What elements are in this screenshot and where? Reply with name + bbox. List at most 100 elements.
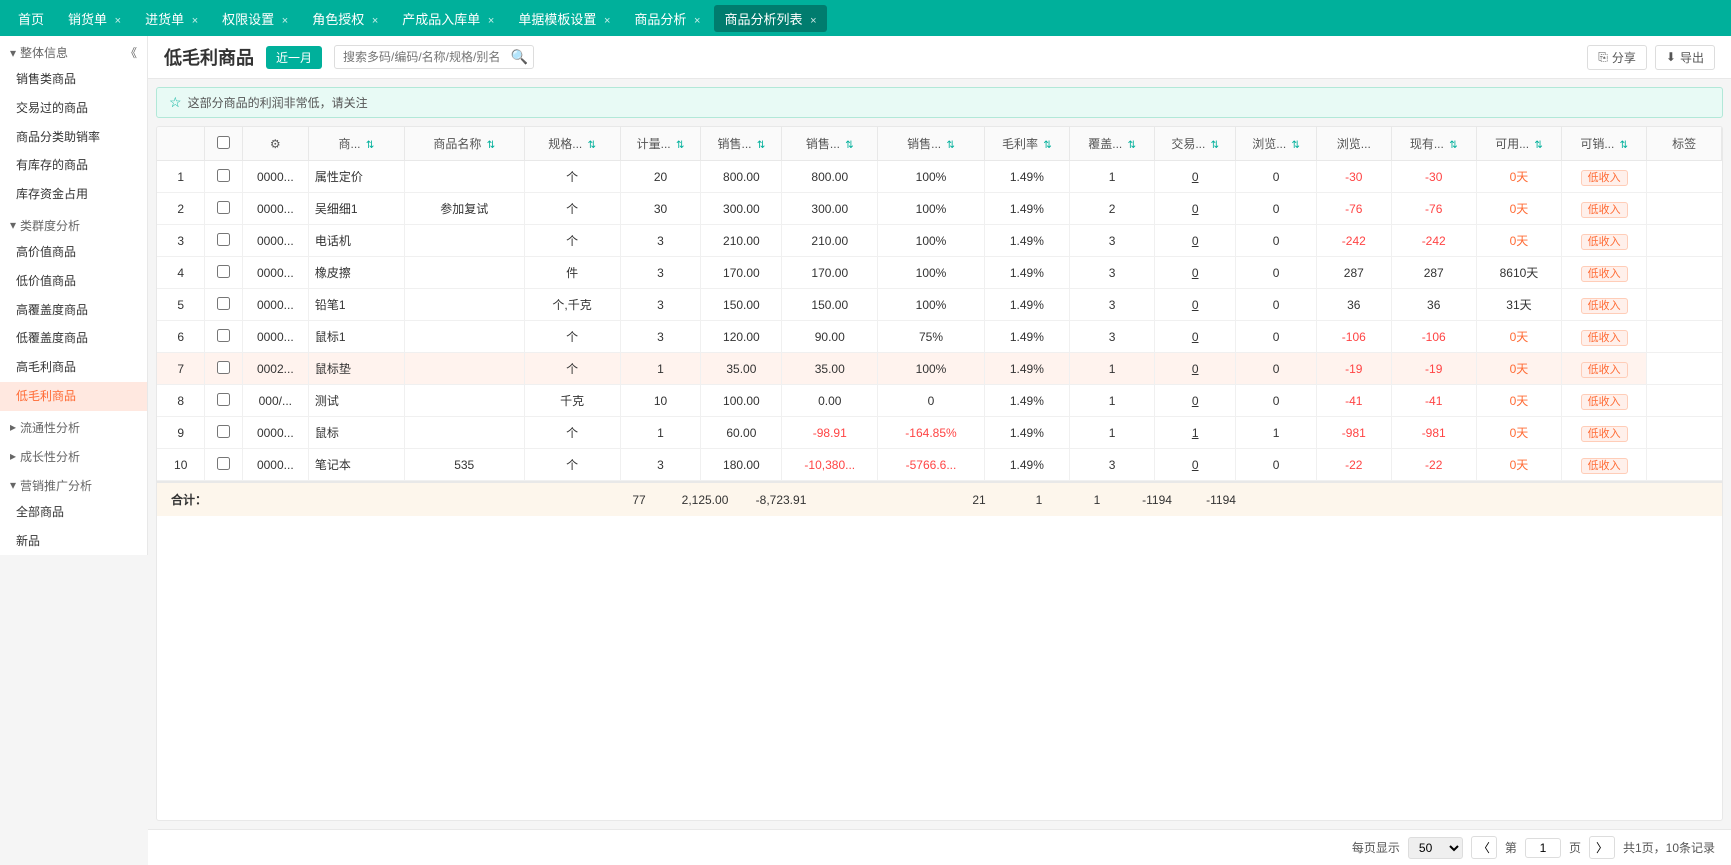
table-container[interactable]: ⚙ 商... ⇅ 商品名称 ⇅ 规格... ⇅ 计量... ⇅ 销售... ⇅ …	[156, 126, 1723, 821]
sidebar-section-growth[interactable]: ▸ 成长性分析	[0, 440, 147, 469]
cell-check[interactable]	[205, 257, 242, 289]
export-btn[interactable]: ⬇ 导出	[1655, 45, 1715, 70]
sidebar-item-low-value[interactable]: 低价值商品	[0, 267, 147, 296]
th-current[interactable]: 现有... ⇅	[1391, 127, 1476, 161]
cell-current: -106	[1317, 321, 1392, 353]
th-code[interactable]: 商... ⇅	[308, 127, 404, 161]
sidebar-item-new-goods[interactable]: 新品	[0, 527, 147, 556]
sidebar-item-traded-goods[interactable]: 交易过的商品	[0, 94, 147, 123]
th-sales-qty[interactable]: 销售... ⇅	[701, 127, 782, 161]
th-available[interactable]: 可用... ⇅	[1476, 127, 1561, 161]
sidebar-section-overall[interactable]: ▾ 整体信息 《	[0, 36, 147, 65]
footer-trans: 21	[949, 493, 1009, 507]
close-sales-icon[interactable]: ×	[115, 15, 121, 27]
row-checkbox[interactable]	[217, 425, 230, 438]
date-filter-btn[interactable]: 近一月	[266, 46, 322, 69]
nav-permission[interactable]: 权限设置 ×	[212, 5, 298, 32]
row-checkbox[interactable]	[217, 201, 230, 214]
nav-role[interactable]: 角色授权 ×	[302, 5, 388, 32]
sidebar-item-low-margin[interactable]: 低毛利商品	[0, 382, 147, 411]
page-size-select[interactable]: 50 100 200	[1408, 837, 1463, 859]
row-checkbox[interactable]	[217, 361, 230, 374]
sidebar-item-capital[interactable]: 库存资金占用	[0, 180, 147, 209]
search-btn[interactable]: 🔍	[511, 49, 528, 66]
cell-check[interactable]	[205, 449, 242, 481]
select-all-checkbox[interactable]	[217, 136, 230, 149]
search-input[interactable]	[334, 45, 534, 69]
sidebar-item-sales-goods[interactable]: 销售类商品	[0, 65, 147, 94]
close-purchase-icon[interactable]: ×	[192, 15, 198, 27]
th-browse2[interactable]: 浏览...	[1317, 127, 1392, 161]
cell-check[interactable]	[205, 353, 242, 385]
sidebar-item-stock-goods[interactable]: 有库存的商品	[0, 151, 147, 180]
sidebar-item-all-goods[interactable]: 全部商品	[0, 498, 147, 527]
row-checkbox[interactable]	[217, 169, 230, 182]
th-sales-amount[interactable]: 销售... ⇅	[878, 127, 985, 161]
cell-browse1[interactable]: 0	[1155, 385, 1236, 417]
nav-sales[interactable]: 销货单 ×	[58, 5, 131, 32]
nav-analysis[interactable]: 商品分析 ×	[624, 5, 710, 32]
sidebar-section-marketing[interactable]: ▾ 营销推广分析	[0, 469, 147, 498]
cell-check[interactable]	[205, 321, 242, 353]
close-permission-icon[interactable]: ×	[282, 15, 288, 27]
cell-no: 4	[157, 257, 205, 289]
th-cover[interactable]: 覆盖... ⇅	[1070, 127, 1155, 161]
sidebar-item-high-coverage[interactable]: 高覆盖度商品	[0, 296, 147, 325]
sidebar-collapse-btn[interactable]: 《	[125, 44, 137, 61]
close-analysis-list-icon[interactable]: ×	[810, 15, 816, 27]
th-settings[interactable]: ⚙	[242, 127, 308, 161]
cell-check[interactable]	[205, 161, 242, 193]
th-browse1[interactable]: 浏览... ⇅	[1236, 127, 1317, 161]
th-name[interactable]: 商品名称 ⇅	[404, 127, 524, 161]
nav-analysis-list[interactable]: 商品分析列表 ×	[714, 5, 826, 32]
cell-saleable: 0天	[1476, 449, 1561, 481]
nav-product-inbound[interactable]: 产成品入库单 ×	[392, 5, 504, 32]
share-btn[interactable]: ⎘ 分享	[1587, 45, 1647, 70]
sidebar-item-category-rate[interactable]: 商品分类助销率	[0, 123, 147, 152]
th-saleable[interactable]: 可销... ⇅	[1562, 127, 1647, 161]
th-gross-rate[interactable]: 毛利率 ⇅	[984, 127, 1069, 161]
row-checkbox[interactable]	[217, 393, 230, 406]
th-unit[interactable]: 计量... ⇅	[620, 127, 701, 161]
cell-cover: 1.49%	[984, 449, 1069, 481]
cell-browse1[interactable]: 0	[1155, 257, 1236, 289]
row-checkbox[interactable]	[217, 457, 230, 470]
cell-browse1[interactable]: 0	[1155, 449, 1236, 481]
cell-browse1[interactable]: 0	[1155, 225, 1236, 257]
prev-page-btn[interactable]: 〈	[1471, 836, 1497, 859]
nav-home[interactable]: 首页	[8, 5, 54, 32]
nav-template[interactable]: 单据模板设置 ×	[508, 5, 620, 32]
cell-check[interactable]	[205, 417, 242, 449]
nav-purchase[interactable]: 进货单 ×	[135, 5, 208, 32]
th-trans[interactable]: 交易... ⇅	[1155, 127, 1236, 161]
sidebar-section-cluster[interactable]: ▾ 类群度分析	[0, 209, 147, 238]
sidebar-item-low-coverage[interactable]: 低覆盖度商品	[0, 324, 147, 353]
th-spec[interactable]: 规格... ⇅	[524, 127, 620, 161]
cell-browse1[interactable]: 0	[1155, 193, 1236, 225]
row-checkbox[interactable]	[217, 329, 230, 342]
row-checkbox[interactable]	[217, 233, 230, 246]
row-checkbox[interactable]	[217, 297, 230, 310]
th-sales-price[interactable]: 销售... ⇅	[782, 127, 878, 161]
close-template-icon[interactable]: ×	[604, 15, 610, 27]
cell-check[interactable]	[205, 289, 242, 321]
next-page-btn[interactable]: 〉	[1589, 836, 1615, 859]
close-product-icon[interactable]: ×	[488, 15, 494, 27]
row-checkbox[interactable]	[217, 265, 230, 278]
page-number-input[interactable]	[1525, 838, 1561, 858]
close-role-icon[interactable]: ×	[372, 15, 378, 27]
sidebar-item-high-margin[interactable]: 高毛利商品	[0, 353, 147, 382]
table-row: 8 000/... 测试 千克 10 100.00 0.00 0 1.49% 1…	[157, 385, 1722, 417]
close-analysis-icon[interactable]: ×	[694, 15, 700, 27]
cell-browse1[interactable]: 1	[1155, 417, 1236, 449]
cell-check[interactable]	[205, 193, 242, 225]
cell-gross-rate: 100%	[878, 353, 985, 385]
cell-check[interactable]	[205, 385, 242, 417]
cell-browse1[interactable]: 0	[1155, 321, 1236, 353]
sidebar-section-flow[interactable]: ▸ 流通性分析	[0, 411, 147, 440]
cell-check[interactable]	[205, 225, 242, 257]
cell-browse1[interactable]: 0	[1155, 353, 1236, 385]
sidebar-item-high-value[interactable]: 高价值商品	[0, 238, 147, 267]
cell-browse1[interactable]: 0	[1155, 289, 1236, 321]
cell-browse1[interactable]: 0	[1155, 161, 1236, 193]
